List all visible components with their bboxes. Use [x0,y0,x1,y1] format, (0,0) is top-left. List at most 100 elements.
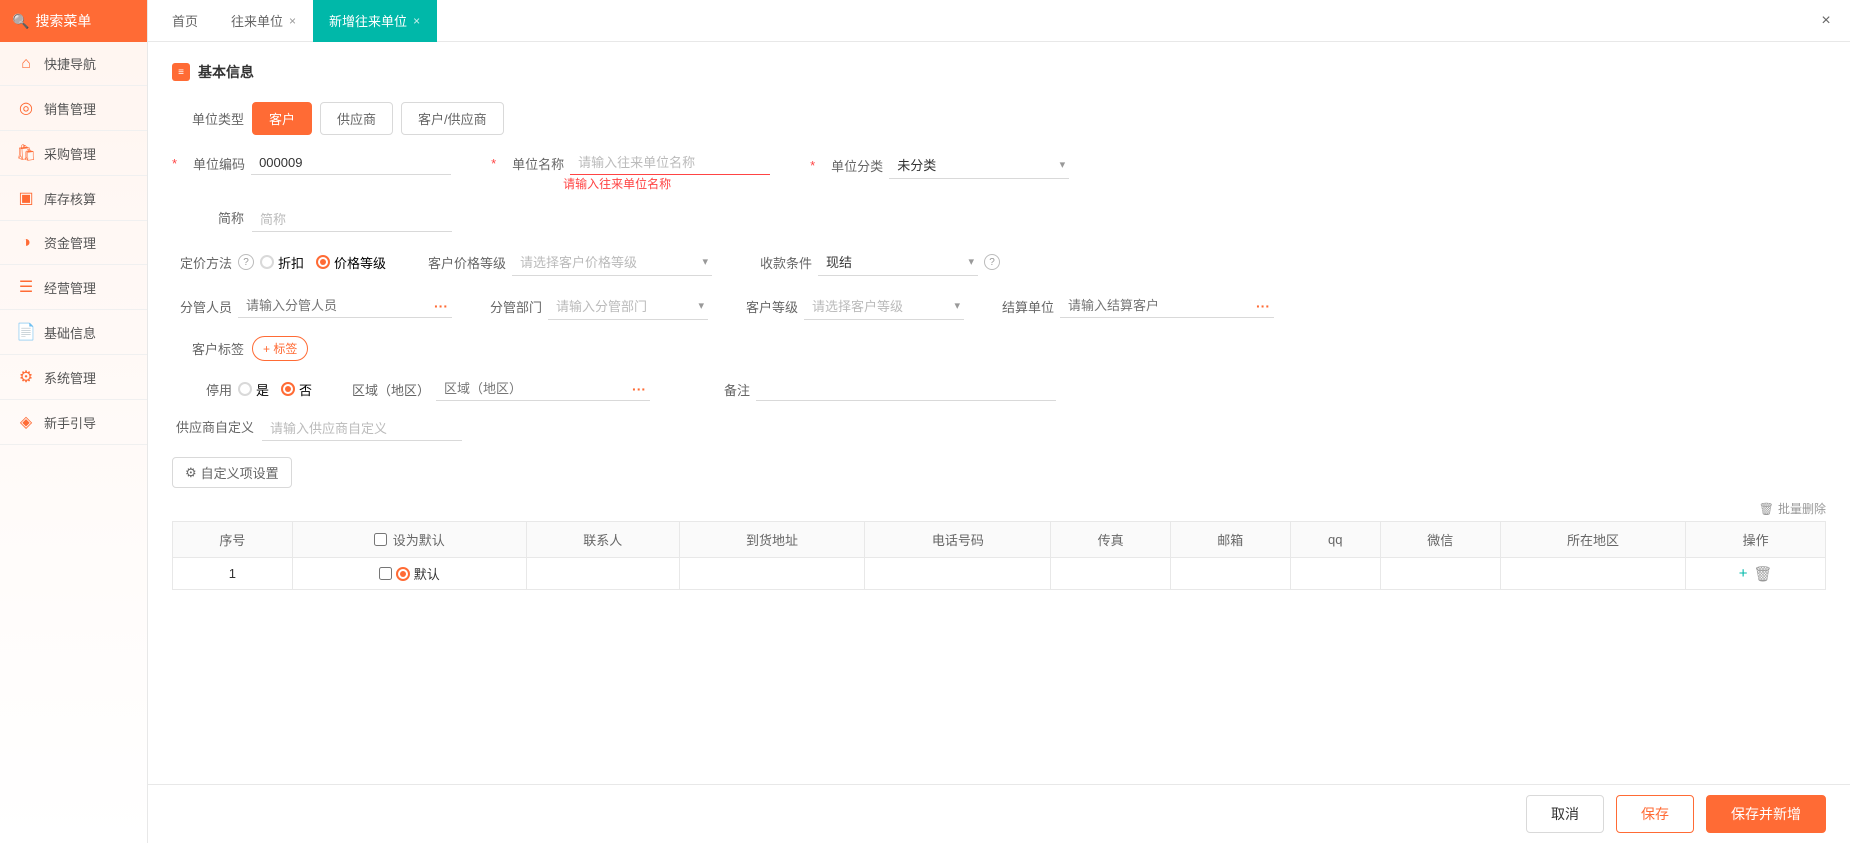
settlement-more-button[interactable]: ··· [1252,298,1274,314]
region-label: 区域（地区） [352,380,430,399]
content-area: ≡ 基本信息 单位类型 客户 供应商 客户/供应商 * 单位编码 * [148,42,1850,784]
sidebar-search[interactable]: 🔍 搜索菜单 [0,0,147,42]
custom-settings-button[interactable]: ⚙ 自定义项设置 [172,457,292,488]
col-wechat: 微信 [1380,522,1500,558]
sidebar-item-basic[interactable]: 📄 基础信息 [0,310,147,355]
supplier-custom-label: 供应商自定义 [176,420,254,435]
unit-name-error: 请输入往来单位名称 [563,177,671,191]
region-more-button[interactable]: ··· [628,381,650,397]
sidebar-item-quick-nav[interactable]: ⌂ 快捷导航 [0,42,147,86]
unit-type-buttons: 客户 供应商 客户/供应商 [252,102,504,135]
pricing-discount-label: 折扣 [278,253,304,272]
type-btn-supplier[interactable]: 供应商 [320,102,393,135]
add-tag-button[interactable]: + 标签 [252,336,308,361]
batch-delete-button[interactable]: 🗑 批量删除 [1759,500,1826,517]
tab-bar: 首页 往来单位 × 新增往来单位 × × [148,0,1850,42]
unit-category-field: * 单位分类 未分类 ▾ [810,151,1069,179]
department-field: 分管部门 请输入分管部门 ▾ [482,292,708,320]
pricing-discount-radio[interactable] [260,255,274,269]
remark-input[interactable] [756,377,1056,401]
pricing-help-icon[interactable]: ? [238,254,254,270]
add-row-button[interactable]: + [1739,565,1748,583]
short-name-input[interactable] [252,208,452,232]
unit-code-input[interactable] [251,151,451,175]
payment-terms-select[interactable]: 现结 ▾ [818,248,978,276]
disabled-no-option[interactable]: 否 [281,380,312,399]
tab-partner-list-close[interactable]: × [289,15,296,27]
settlement-input[interactable] [1060,294,1252,317]
tab-new-partner[interactable]: 新增往来单位 × [313,0,437,42]
cell-phone [865,558,1051,590]
inventory-icon: ▣ [16,188,36,208]
sidebar-item-sales[interactable]: ◎ 销售管理 [0,86,147,131]
remark-label: 备注 [690,380,750,399]
sidebar-item-finance[interactable]: ◑ 资金管理 [0,221,147,265]
cancel-button[interactable]: 取消 [1526,795,1604,833]
manager-more-button[interactable]: ··· [430,298,452,314]
unit-category-select[interactable]: 未分类 ▾ [889,151,1069,179]
col-fax: 传真 [1051,522,1171,558]
required-star2: * [491,156,496,171]
required-star3: * [810,158,815,173]
sidebar: 🔍 搜索菜单 ⌂ 快捷导航 ◎ 销售管理 🛍 采购管理 ▣ 库存核算 ◑ 资金管… [0,0,148,843]
tab-home[interactable]: 首页 [156,0,215,42]
sales-icon: ◎ [16,98,36,118]
short-name-label: 简称 [218,211,244,226]
customer-level-select[interactable]: 请选择客户等级 ▾ [804,292,964,320]
default-radio[interactable] [396,567,410,581]
unit-code-field: * 单位编码 [172,151,451,175]
sidebar-item-inventory[interactable]: ▣ 库存核算 [0,176,147,221]
sidebar-item-system[interactable]: ⚙ 系统管理 [0,355,147,400]
sidebar-search-label: 搜索菜单 [35,11,91,31]
manager-input[interactable] [238,294,430,317]
supplier-custom-input[interactable] [262,417,462,441]
disabled-no-radio[interactable] [281,382,295,396]
col-default: 设为默认 [292,522,526,558]
cell-email [1170,558,1290,590]
disabled-yes-option[interactable]: 是 [238,380,269,399]
cell-region [1500,558,1686,590]
sidebar-item-guide[interactable]: ◈ 新手引导 [0,400,147,445]
basic-icon: 📄 [16,322,36,342]
payment-terms-value: 现结 [818,252,968,271]
sidebar-item-label: 资金管理 [44,233,96,252]
customer-price-select[interactable]: 请选择客户价格等级 ▾ [512,248,712,276]
sidebar-item-label: 采购管理 [44,144,96,163]
pricing-level-radio[interactable] [316,255,330,269]
unit-name-label: 单位名称 [504,154,564,173]
code-name-category-row: * 单位编码 * 单位名称 请输入往来单位名称 * 单位分类 未分类 [172,151,1826,192]
pricing-level-option[interactable]: 价格等级 [316,253,386,272]
default-radio-option[interactable]: 默认 [396,564,440,583]
disabled-yes-radio[interactable] [238,382,252,396]
region-input-wrapper: ··· [436,377,650,401]
cell-seq: 1 [173,558,293,590]
select-all-checkbox[interactable] [374,533,387,546]
chevron-down-icon: ▾ [1060,158,1070,171]
unit-code-label: 单位编码 [185,154,245,173]
pricing-discount-option[interactable]: 折扣 [260,253,304,272]
short-name-row: 简称 [172,208,1826,232]
chevron-down-icon5: ▾ [954,299,964,312]
tab-new-partner-close[interactable]: × [413,15,420,27]
sidebar-item-operation[interactable]: ☰ 经营管理 [0,265,147,310]
type-btn-customer[interactable]: 客户 [252,102,312,135]
delete-row-button[interactable]: 🗑 [1754,565,1773,583]
department-select[interactable]: 请输入分管部门 ▾ [548,292,708,320]
row-checkbox[interactable] [379,567,392,580]
window-close-button[interactable]: × [1810,5,1842,37]
col-contact: 联系人 [526,522,679,558]
pricing-level-label: 价格等级 [334,253,386,272]
customer-price-field: 客户价格等级 请选择客户价格等级 ▾ [426,248,712,276]
unit-name-input[interactable] [570,151,770,175]
bottom-bar: 取消 保存 保存并新增 [148,784,1850,843]
tab-partner-list[interactable]: 往来单位 × [215,0,313,42]
add-tag-label: + 标签 [263,340,297,357]
payment-terms-help-icon[interactable]: ? [984,254,1000,270]
sidebar-item-purchase[interactable]: 🛍 采购管理 [0,131,147,176]
chevron-down-icon2: ▾ [703,255,713,268]
save-new-button[interactable]: 保存并新增 [1706,795,1826,833]
type-btn-both[interactable]: 客户/供应商 [401,102,504,135]
region-input[interactable] [436,377,628,400]
save-button[interactable]: 保存 [1616,795,1694,833]
row-actions: + 🗑 [1696,565,1815,583]
